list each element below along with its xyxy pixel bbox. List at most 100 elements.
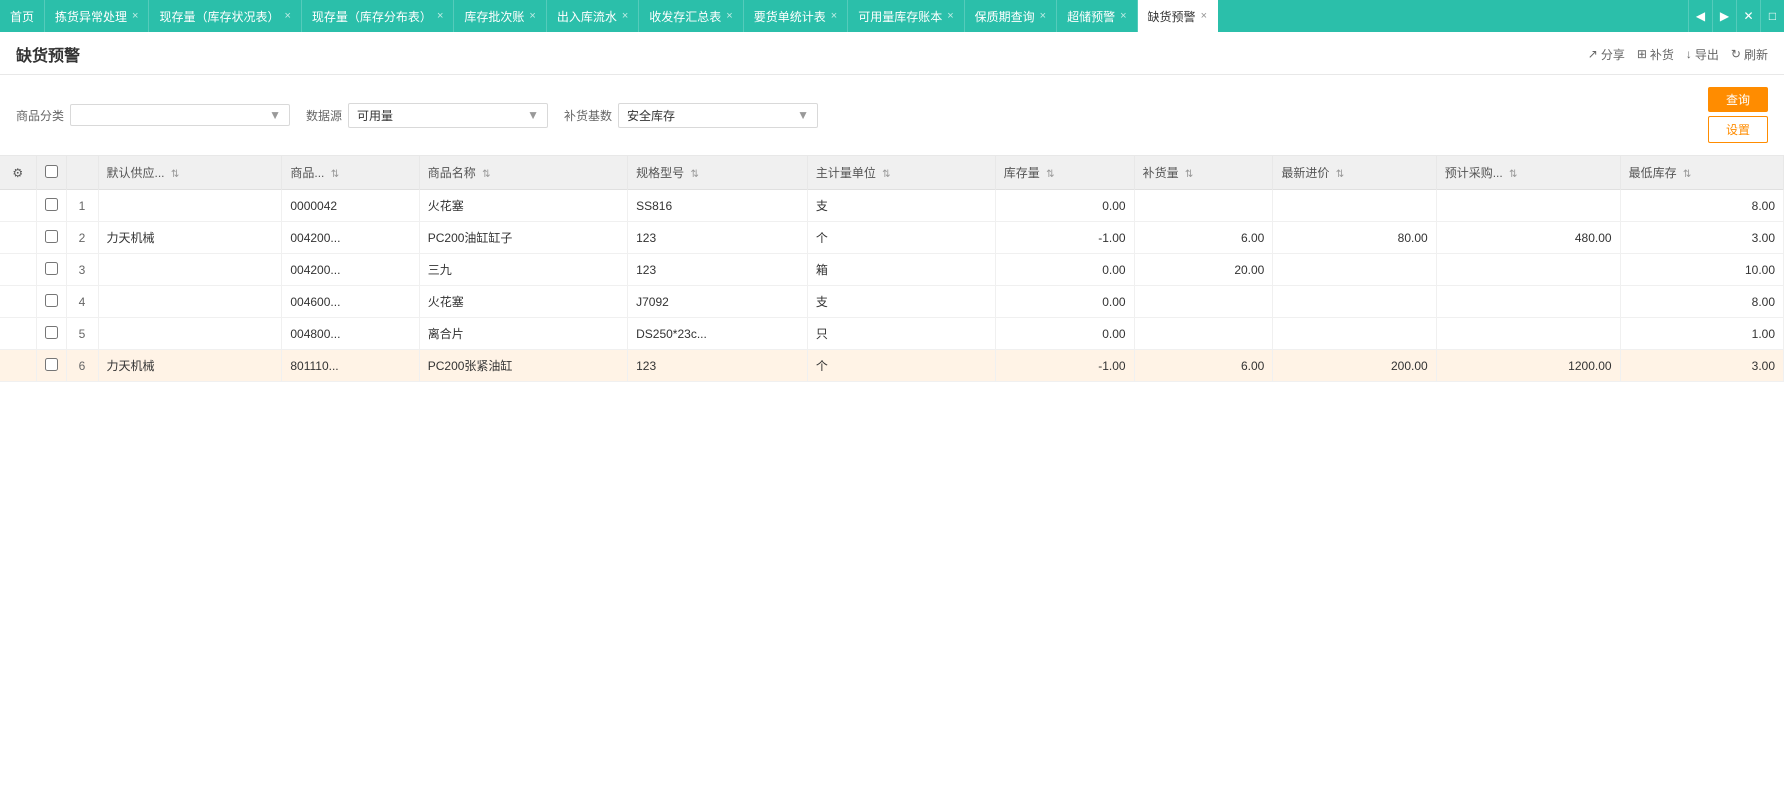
tab-label: 超储预警: [1067, 8, 1115, 25]
tab-label: 现存量（库存状况表）: [159, 8, 279, 25]
tab-item-8[interactable]: 可用量库存账本×: [848, 0, 964, 32]
row-checkbox-1[interactable]: [45, 230, 58, 243]
sort-icon-stock: ⇅: [1046, 169, 1054, 180]
row-stock-5: -1.00: [995, 350, 1134, 382]
row-spec-5: 123: [628, 350, 808, 382]
tab-label: 出入库流水: [557, 8, 617, 25]
share-button[interactable]: ↗ 分享: [1588, 46, 1625, 63]
tab-expand-button[interactable]: □: [1760, 0, 1784, 32]
row-checkbox-5[interactable]: [45, 358, 58, 371]
query-button[interactable]: 查询: [1708, 87, 1768, 112]
tab-close-all-button[interactable]: ✕: [1736, 0, 1760, 32]
replenish-basis-filter-group: 补货基数 安全库存 ▼: [564, 103, 818, 128]
tab-nav-buttons: ◀ ▶ ✕ □: [1688, 0, 1784, 32]
tab-label: 要货单统计表: [754, 8, 826, 25]
export-button[interactable]: ↓ 导出: [1686, 46, 1719, 63]
col-replenish-qty[interactable]: 补货量 ⇅: [1134, 156, 1273, 190]
tab-label: 现存量（库存分布表）: [312, 8, 432, 25]
row-num-1: 2: [66, 222, 98, 254]
refresh-button[interactable]: ↻ 刷新: [1731, 46, 1768, 63]
replenish-basis-arrow: ▼: [797, 108, 809, 122]
row-code-3: 004600...: [282, 286, 419, 318]
tab-item-0[interactable]: 首页: [0, 0, 45, 32]
settings-button[interactable]: 设置: [1708, 116, 1768, 143]
filter-bar: 商品分类 ▼ 数据源 可用量 ▼ 补货基数 安全库存 ▼ 查询 设置: [0, 75, 1784, 156]
col-latest-price[interactable]: 最新进价 ⇅: [1273, 156, 1436, 190]
col-spec[interactable]: 规格型号 ⇅: [628, 156, 808, 190]
row-checkbox-cell-4[interactable]: [36, 318, 66, 350]
tab-prev-button[interactable]: ◀: [1688, 0, 1712, 32]
col-product-code[interactable]: 商品... ⇅: [282, 156, 419, 190]
tab-close-btn[interactable]: ×: [1120, 10, 1126, 22]
datasource-select-value: 可用量: [357, 107, 393, 124]
page-title: 缺货预警: [16, 42, 80, 66]
tab-close-btn[interactable]: ×: [1201, 10, 1207, 22]
row-num-4: 5: [66, 318, 98, 350]
tab-close-btn[interactable]: ×: [831, 10, 837, 22]
row-gear-1: [0, 222, 36, 254]
header-actions: ↗ 分享 ⊞ 补货 ↓ 导出 ↻ 刷新: [1588, 46, 1768, 63]
tab-close-btn[interactable]: ×: [437, 10, 443, 22]
tab-close-btn[interactable]: ×: [1040, 10, 1046, 22]
col-est-purchase[interactable]: 预计采购... ⇅: [1436, 156, 1620, 190]
row-num-3: 4: [66, 286, 98, 318]
tab-bar: 首页拣货异常处理×现存量（库存状况表）×现存量（库存分布表）×库存批次账×出入库…: [0, 0, 1784, 32]
row-checkbox-cell-5[interactable]: [36, 350, 66, 382]
row-spec-3: J7092: [628, 286, 808, 318]
tab-close-btn[interactable]: ×: [947, 10, 953, 22]
row-minstock-2: 10.00: [1620, 254, 1783, 286]
sort-icon-code: ⇅: [331, 169, 339, 180]
tab-next-button[interactable]: ▶: [1712, 0, 1736, 32]
tab-item-2[interactable]: 现存量（库存状况表） ×: [149, 0, 301, 32]
tab-item-3[interactable]: 现存量（库存分布表） ×: [302, 0, 454, 32]
row-checkbox-3[interactable]: [45, 294, 58, 307]
tab-item-4[interactable]: 库存批次账×: [454, 0, 546, 32]
page-header: 缺货预警 ↗ 分享 ⊞ 补货 ↓ 导出 ↻ 刷新: [0, 32, 1784, 75]
row-checkbox-cell-0[interactable]: [36, 190, 66, 222]
row-est-1: 480.00: [1436, 222, 1620, 254]
row-supplier-3: [98, 286, 282, 318]
row-checkbox-2[interactable]: [45, 262, 58, 275]
row-name-4: 离合片: [419, 318, 627, 350]
tab-close-btn[interactable]: ×: [726, 10, 732, 22]
row-spec-0: SS816: [628, 190, 808, 222]
row-checkbox-cell-3[interactable]: [36, 286, 66, 318]
col-stock-qty[interactable]: 库存量 ⇅: [995, 156, 1134, 190]
col-gear[interactable]: ⚙: [0, 156, 36, 190]
row-checkbox-4[interactable]: [45, 326, 58, 339]
col-min-stock[interactable]: 最低库存 ⇅: [1620, 156, 1783, 190]
tab-close-btn[interactable]: ×: [284, 10, 290, 22]
col-default-supplier[interactable]: 默认供应... ⇅: [98, 156, 282, 190]
sort-icon-min: ⇅: [1683, 169, 1691, 180]
select-all-checkbox[interactable]: [45, 165, 58, 178]
tab-close-btn[interactable]: ×: [529, 10, 535, 22]
row-supplier-2: [98, 254, 282, 286]
row-name-5: PC200张紧油缸: [419, 350, 627, 382]
tab-item-9[interactable]: 保质期查询×: [965, 0, 1057, 32]
tab-close-btn[interactable]: ×: [132, 10, 138, 22]
col-unit[interactable]: 主计量单位 ⇅: [807, 156, 995, 190]
tab-item-5[interactable]: 出入库流水 ×: [547, 0, 639, 32]
row-checkbox-cell-1[interactable]: [36, 222, 66, 254]
category-select[interactable]: ▼: [70, 104, 290, 126]
tab-item-1[interactable]: 拣货异常处理×: [45, 0, 149, 32]
row-gear-3: [0, 286, 36, 318]
replenish-basis-select[interactable]: 安全库存 ▼: [618, 103, 818, 128]
row-unit-5: 个: [807, 350, 995, 382]
replenish-icon: ⊞: [1637, 47, 1647, 61]
tab-item-7[interactable]: 要货单统计表 ×: [744, 0, 848, 32]
tab-item-10[interactable]: 超储预警 ×: [1057, 0, 1137, 32]
col-product-name[interactable]: 商品名称 ⇅: [419, 156, 627, 190]
tab-item-11[interactable]: 缺货预警×: [1138, 0, 1218, 32]
data-table-wrapper: ⚙ 默认供应... ⇅ 商品... ⇅ 商品名称 ⇅ 规格型号 ⇅ 主计量单位 …: [0, 156, 1784, 382]
category-filter-group: 商品分类 ▼: [16, 104, 290, 126]
tab-close-btn[interactable]: ×: [622, 10, 628, 22]
tab-item-6[interactable]: 收发存汇总表×: [639, 0, 743, 32]
row-est-4: [1436, 318, 1620, 350]
row-checkbox-cell-2[interactable]: [36, 254, 66, 286]
filter-actions: 查询 设置: [1708, 87, 1768, 143]
row-checkbox-0[interactable]: [45, 198, 58, 211]
datasource-select[interactable]: 可用量 ▼: [348, 103, 548, 128]
replenish-button[interactable]: ⊞ 补货: [1637, 46, 1674, 63]
row-stock-1: -1.00: [995, 222, 1134, 254]
